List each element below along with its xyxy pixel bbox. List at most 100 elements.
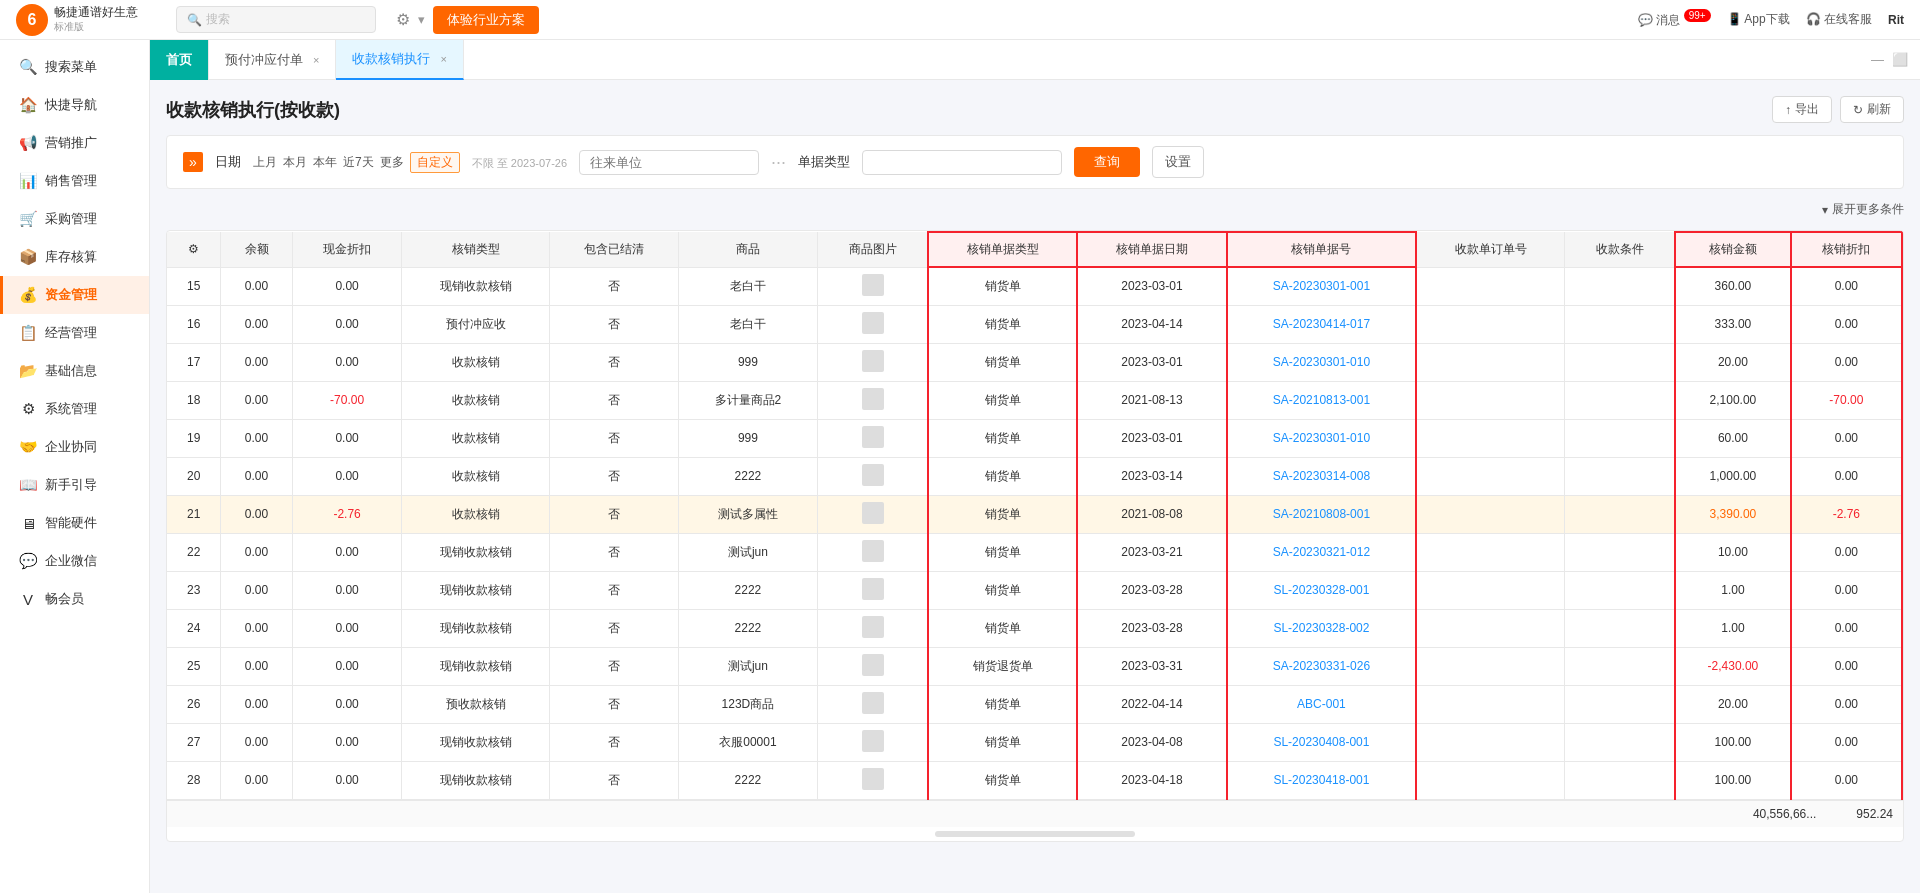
sidebar-item-enterprise[interactable]: 🤝企业协同 [0,428,149,466]
notification-area[interactable]: 💬 消息 99+ [1638,10,1711,29]
th-settings[interactable]: ⚙ [167,232,221,267]
cell-receipt-condition [1565,761,1675,799]
cell-voucher-type: 销货单 [928,457,1077,495]
voucher-no-link[interactable]: SA-20230301-001 [1273,279,1370,293]
cell-voucher-date: 2023-03-01 [1077,343,1226,381]
voucher-no-link[interactable]: SA-20230314-008 [1273,469,1370,483]
cell-img [818,685,928,723]
cell-voucher-date: 2023-03-14 [1077,457,1226,495]
table-row: 20 0.00 0.00 收款核销 否 2222 销货单 2023-03-14 … [167,457,1902,495]
cell-receipt-order-no [1416,343,1565,381]
cell-product: 999 [678,419,817,457]
tab-home-label: 首页 [166,51,192,69]
cell-no: 24 [167,609,221,647]
sidebar-label-marketing: 营销推广 [45,134,97,152]
cell-receipt-condition [1565,267,1675,305]
sidebar-item-basic-info[interactable]: 📂基础信息 [0,352,149,390]
th-balance: 余额 [221,232,292,267]
sidebar-item-smart-hw[interactable]: 🖥智能硬件 [0,504,149,542]
cell-voucher-date: 2023-03-28 [1077,571,1226,609]
user-name[interactable]: Rit [1888,13,1904,27]
voucher-no-link[interactable]: SA-20210813-001 [1273,393,1370,407]
voucher-no-link[interactable]: SA-20230301-010 [1273,431,1370,445]
expand-button[interactable]: » [183,152,203,172]
th-product: 商品 [678,232,817,267]
date-7days[interactable]: 近7天 [343,154,374,171]
voucher-type-select[interactable] [862,150,1062,175]
sidebar-item-finance[interactable]: 💰资金管理 [0,276,149,314]
voucher-no-link[interactable]: SA-20230331-026 [1273,659,1370,673]
top-search-bar[interactable]: 🔍 搜索 [176,6,376,33]
sidebar-item-member[interactable]: V畅会员 [0,580,149,618]
cell-cash-discount: 0.00 [292,305,402,343]
cell-writeoff-discount: 0.00 [1791,723,1902,761]
logo-area: 6 畅捷通谱好生意 标准版 [16,4,166,36]
tab-prepay-close[interactable]: × [313,54,319,66]
date-last-month[interactable]: 上月 [253,154,277,171]
sidebar-icon-search-menu: 🔍 [19,58,37,76]
filter-settings-button[interactable]: 设置 [1152,146,1204,178]
expand-more-btn[interactable]: ▾ 展开更多条件 [1822,201,1904,218]
cell-receipt-condition [1565,305,1675,343]
sidebar-item-guide[interactable]: 📖新手引导 [0,466,149,504]
cell-voucher-date: 2021-08-08 [1077,495,1226,533]
voucher-no-link[interactable]: SA-20210808-001 [1273,507,1370,521]
partner-input[interactable] [579,150,759,175]
footer-total-amount: 40,556,66... [1753,807,1816,821]
online-support[interactable]: 🎧 在线客服 [1806,11,1872,28]
cell-receipt-order-no [1416,571,1565,609]
cell-writeoff-amount: 100.00 [1675,761,1791,799]
cell-writeoff-amount: 333.00 [1675,305,1791,343]
export-button[interactable]: ↑ 导出 [1772,96,1832,123]
horizontal-scrollbar[interactable] [935,831,1135,837]
voucher-no-link[interactable]: SL-20230418-001 [1273,773,1369,787]
tab-collection[interactable]: 收款核销执行 × [336,40,463,80]
sidebar-label-guide: 新手引导 [45,476,97,494]
tab-maximize-icon[interactable]: ⬜ [1892,52,1908,67]
cell-include-settled: 否 [550,571,679,609]
refresh-button[interactable]: ↻ 刷新 [1840,96,1904,123]
voucher-no-link[interactable]: SA-20230321-012 [1273,545,1370,559]
settings-icon[interactable]: ⚙ [396,10,410,29]
sidebar-label-inventory: 库存核算 [45,248,97,266]
filter-bar: » 日期 上月 本月 本年 近7天 更多 自定义 不限 至 2023-07-26… [166,135,1904,189]
voucher-no-link[interactable]: SL-20230408-001 [1273,735,1369,749]
page-content: 收款核销执行(按收款) ↑ 导出 ↻ 刷新 » 日期 上月 [150,80,1920,893]
voucher-no-link[interactable]: SL-20230328-001 [1273,583,1369,597]
tab-home[interactable]: 首页 [150,40,209,80]
sidebar-item-marketing[interactable]: 📢营销推广 [0,124,149,162]
sidebar-item-purchase[interactable]: 🛒采购管理 [0,200,149,238]
sidebar-item-inventory[interactable]: 📦库存核算 [0,238,149,276]
solution-button[interactable]: 体验行业方案 [433,6,539,34]
date-this-month[interactable]: 本月 [283,154,307,171]
cell-no: 15 [167,267,221,305]
sidebar-item-search-menu[interactable]: 🔍搜索菜单 [0,48,149,86]
sidebar-icon-quick-nav: 🏠 [19,96,37,114]
cell-product: 2222 [678,761,817,799]
date-more[interactable]: 更多 [380,154,404,171]
tab-collection-close[interactable]: × [440,53,446,65]
voucher-no-link[interactable]: ABC-001 [1297,697,1346,711]
voucher-no-link[interactable]: SL-20230328-002 [1273,621,1369,635]
cell-writeoff-discount: -70.00 [1791,381,1902,419]
cell-product: 老白干 [678,267,817,305]
tab-prepay[interactable]: 预付冲应付单 × [209,40,336,80]
sidebar-item-quick-nav[interactable]: 🏠快捷导航 [0,86,149,124]
cell-balance: 0.00 [221,457,292,495]
date-this-year[interactable]: 本年 [313,154,337,171]
filter-dots[interactable]: ··· [771,152,786,173]
cell-no: 28 [167,761,221,799]
voucher-no-link[interactable]: SA-20230301-010 [1273,355,1370,369]
tab-minimize-icon[interactable]: — [1871,52,1884,67]
sidebar-item-system[interactable]: ⚙系统管理 [0,390,149,428]
query-button[interactable]: 查询 [1074,147,1140,177]
sidebar-item-weixin[interactable]: 💬企业微信 [0,542,149,580]
date-custom[interactable]: 自定义 [410,152,460,173]
sidebar-item-sales[interactable]: 📊销售管理 [0,162,149,200]
voucher-no-link[interactable]: SA-20230414-017 [1273,317,1370,331]
app-download[interactable]: 📱 App下载 [1727,11,1790,28]
th-include-settled: 包含已结清 [550,232,679,267]
dropdown-icon[interactable]: ▾ [418,12,425,27]
cell-voucher-date: 2023-03-31 [1077,647,1226,685]
sidebar-item-operation[interactable]: 📋经营管理 [0,314,149,352]
